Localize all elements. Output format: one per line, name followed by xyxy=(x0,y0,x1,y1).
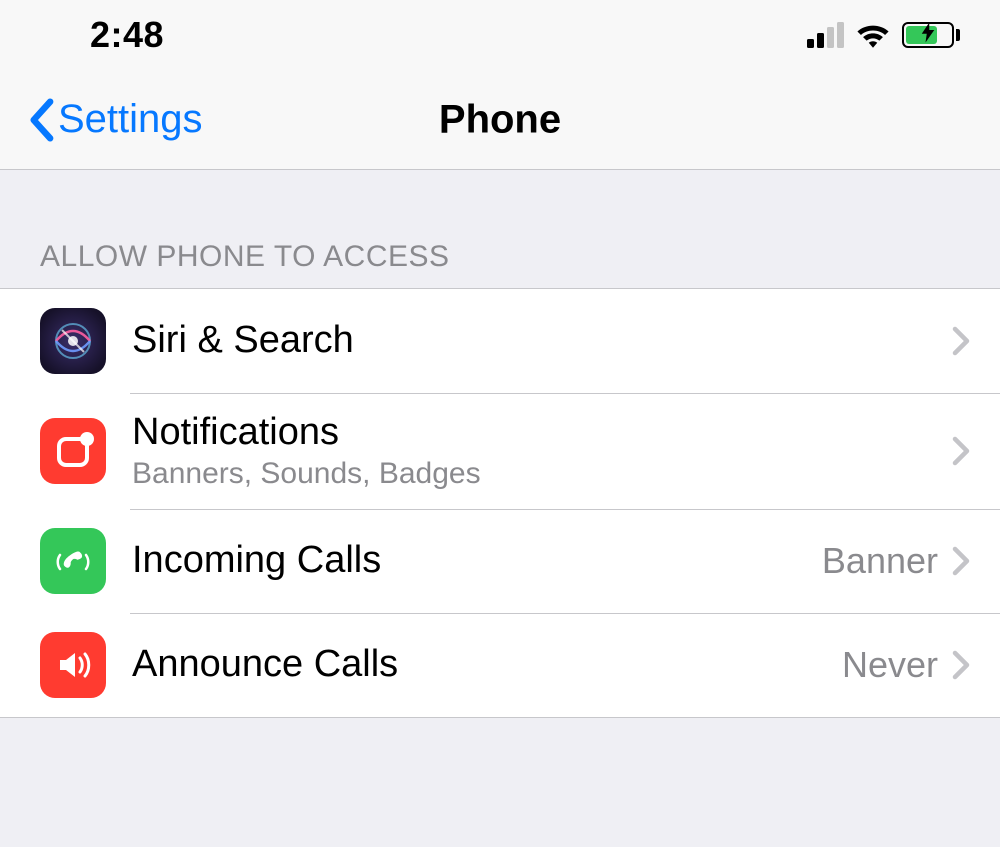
row-labels: Siri & Search xyxy=(132,319,952,363)
row-labels: Announce Calls xyxy=(132,643,842,687)
phone-icon xyxy=(40,528,106,594)
row-value: Never xyxy=(842,644,938,686)
row-value: Banner xyxy=(822,540,938,582)
siri-icon xyxy=(40,308,106,374)
row-notifications[interactable]: Notifications Banners, Sounds, Badges xyxy=(0,393,1000,509)
cellular-icon xyxy=(807,22,844,48)
wifi-icon xyxy=(856,22,890,48)
section-header: ALLOW PHONE TO ACCESS xyxy=(0,170,1000,288)
chevron-right-icon xyxy=(952,650,970,680)
row-labels: Notifications Banners, Sounds, Badges xyxy=(132,411,952,491)
row-announce-calls[interactable]: Announce Calls Never xyxy=(0,613,1000,717)
chevron-right-icon xyxy=(952,546,970,576)
chevron-right-icon xyxy=(952,326,970,356)
speaker-icon xyxy=(40,632,106,698)
page-title: Phone xyxy=(439,97,561,142)
nav-bar: Settings Phone xyxy=(0,70,1000,170)
row-siri-search[interactable]: Siri & Search xyxy=(0,289,1000,393)
battery-icon xyxy=(902,22,960,48)
notifications-icon xyxy=(40,418,106,484)
status-bar: 2:48 xyxy=(0,0,1000,70)
row-title: Announce Calls xyxy=(132,643,842,687)
row-title: Siri & Search xyxy=(132,319,952,363)
status-indicators xyxy=(807,22,960,48)
row-labels: Incoming Calls xyxy=(132,539,822,583)
settings-list: Siri & Search Notifications Banners, Sou… xyxy=(0,288,1000,718)
back-label: Settings xyxy=(58,97,203,142)
chevron-right-icon xyxy=(952,436,970,466)
status-time: 2:48 xyxy=(90,14,164,56)
row-title: Incoming Calls xyxy=(132,539,822,583)
back-button[interactable]: Settings xyxy=(0,97,203,142)
row-incoming-calls[interactable]: Incoming Calls Banner xyxy=(0,509,1000,613)
row-subtitle: Banners, Sounds, Badges xyxy=(132,457,952,491)
chevron-left-icon xyxy=(28,98,54,142)
row-title: Notifications xyxy=(132,411,952,455)
